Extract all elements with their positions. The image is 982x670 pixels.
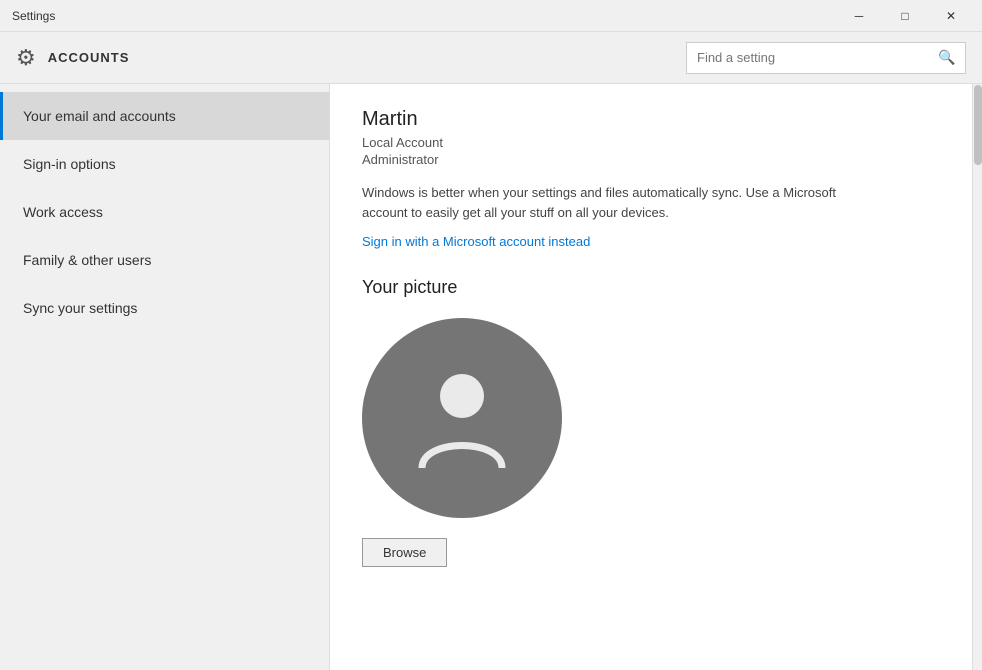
- minimize-button[interactable]: ─: [836, 0, 882, 32]
- sidebar-item-sign-in-options[interactable]: Sign-in options: [0, 140, 329, 188]
- gear-icon: ⚙: [16, 45, 36, 71]
- search-box: 🔍: [686, 42, 966, 74]
- sidebar: Your email and accounts Sign-in options …: [0, 84, 330, 670]
- sidebar-item-work-access[interactable]: Work access: [0, 188, 329, 236]
- user-type: Local Account: [362, 135, 940, 150]
- avatar: [362, 318, 562, 518]
- title-bar: Settings ─ □ ✕: [0, 0, 982, 32]
- sidebar-item-email-accounts[interactable]: Your email and accounts: [0, 92, 329, 140]
- app-header: ⚙ ACCOUNTS 🔍: [0, 32, 982, 84]
- search-icon: 🔍: [938, 49, 955, 66]
- title-bar-controls: ─ □ ✕: [836, 0, 974, 32]
- app-title: ACCOUNTS: [48, 50, 130, 65]
- content-area: Martin Local Account Administrator Windo…: [330, 84, 972, 670]
- sidebar-item-sync-settings[interactable]: Sync your settings: [0, 284, 329, 332]
- person-icon: [412, 358, 512, 478]
- user-role: Administrator: [362, 152, 940, 167]
- app-header-left: ⚙ ACCOUNTS: [16, 45, 129, 71]
- sidebar-item-label: Family & other users: [23, 252, 151, 268]
- search-button[interactable]: 🔍: [929, 42, 965, 74]
- browse-button[interactable]: Browse: [362, 538, 447, 567]
- close-button[interactable]: ✕: [928, 0, 974, 32]
- content-scrollbar[interactable]: [972, 84, 982, 670]
- sync-message: Windows is better when your settings and…: [362, 183, 842, 222]
- sidebar-item-label: Sync your settings: [23, 300, 137, 316]
- sidebar-item-label: Your email and accounts: [23, 108, 176, 124]
- scrollbar-thumb: [974, 85, 982, 165]
- sidebar-item-label: Sign-in options: [23, 156, 116, 172]
- user-name: Martin: [362, 108, 940, 131]
- picture-section-title: Your picture: [362, 277, 940, 298]
- main-layout: Your email and accounts Sign-in options …: [0, 84, 982, 670]
- title-bar-title: Settings: [12, 9, 55, 23]
- maximize-button[interactable]: □: [882, 0, 928, 32]
- sidebar-item-family-other-users[interactable]: Family & other users: [0, 236, 329, 284]
- sidebar-item-label: Work access: [23, 204, 103, 220]
- ms-account-link[interactable]: Sign in with a Microsoft account instead: [362, 234, 940, 249]
- search-input[interactable]: [687, 50, 929, 65]
- title-bar-left: Settings: [12, 9, 55, 23]
